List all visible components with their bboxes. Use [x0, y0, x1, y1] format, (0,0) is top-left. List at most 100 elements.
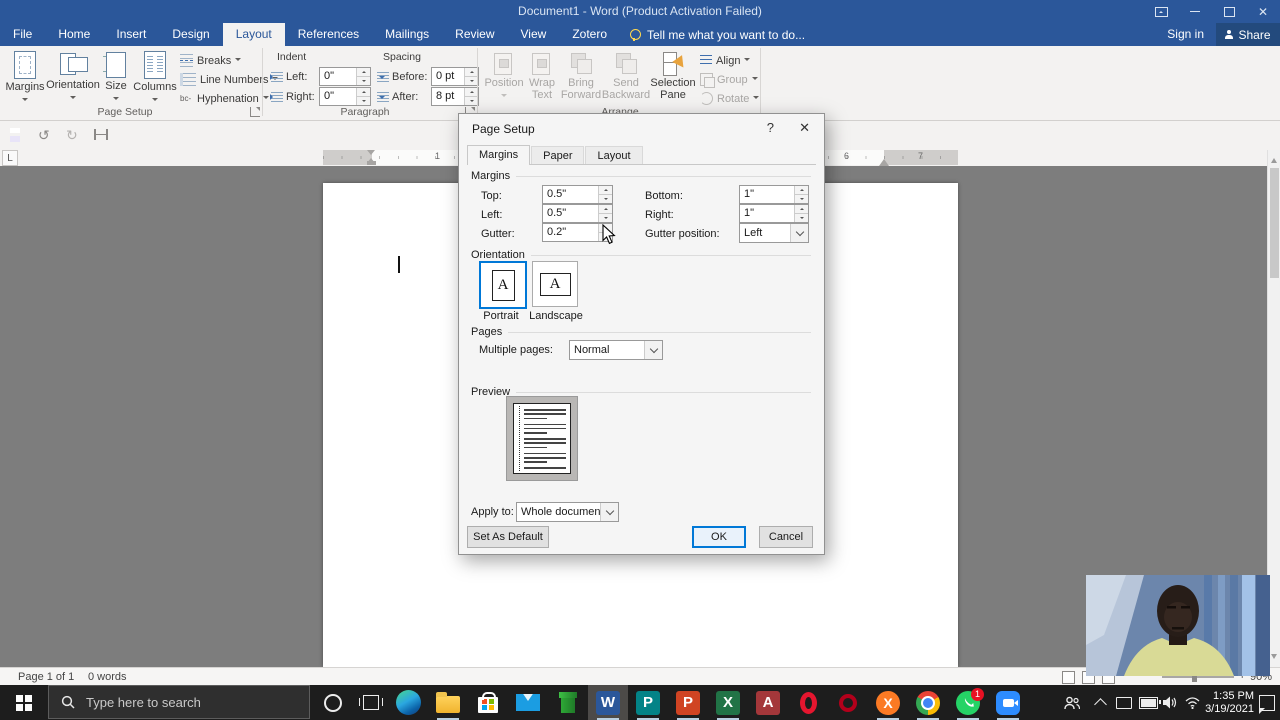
pipe-app-taskbar-button[interactable] — [548, 685, 588, 720]
whatsapp-taskbar-button[interactable]: 1 — [948, 685, 988, 720]
cortana-button[interactable] — [314, 685, 352, 720]
taskbar-search[interactable] — [48, 685, 310, 719]
landscape-option[interactable]: A — [532, 261, 578, 307]
send-backward-button[interactable]: Send Backward — [602, 49, 650, 111]
powerpoint-icon — [676, 690, 700, 715]
access-taskbar-button[interactable] — [748, 685, 788, 720]
file-explorer-taskbar-button[interactable] — [428, 685, 468, 720]
scrollbar-thumb[interactable] — [1270, 168, 1279, 278]
right-indent-marker[interactable] — [879, 154, 889, 166]
store-taskbar-button[interactable] — [468, 685, 508, 720]
scroll-down-icon[interactable] — [1271, 654, 1277, 662]
left-margin-field[interactable]: 0.5" — [542, 204, 613, 223]
chrome-taskbar-button[interactable] — [908, 685, 948, 720]
tab-zotero[interactable]: Zotero — [559, 23, 620, 46]
start-button[interactable] — [0, 685, 48, 720]
line-numbers-button[interactable]: Line Numbers — [180, 70, 278, 89]
breaks-button[interactable]: Breaks — [180, 51, 241, 70]
opera-taskbar-button[interactable] — [788, 685, 828, 720]
sign-in-link[interactable]: Sign in — [1167, 27, 1204, 41]
speaker-tray-icon[interactable] — [1158, 685, 1182, 720]
portrait-option[interactable]: A — [479, 261, 527, 309]
task-view-button[interactable] — [352, 685, 390, 720]
indent-right-field[interactable]: 0" — [319, 87, 371, 106]
taskbar-clock[interactable]: 1:35 PM 3/19/2021 — [1202, 690, 1254, 716]
page-indicator[interactable]: Page 1 of 1 — [18, 671, 74, 683]
left-indent-marker[interactable] — [367, 150, 376, 165]
bottom-margin-field[interactable]: 1" — [739, 185, 809, 204]
right-margin-field[interactable]: 1" — [739, 204, 809, 223]
position-button[interactable]: Position — [484, 49, 524, 111]
action-center-button[interactable] — [1254, 685, 1280, 720]
excel-taskbar-button[interactable] — [708, 685, 748, 720]
close-icon[interactable]: ✕ — [1246, 0, 1280, 23]
maximize-icon[interactable] — [1212, 0, 1246, 23]
edge-taskbar-button[interactable] — [388, 685, 428, 720]
dialog-tab-paper[interactable]: Paper — [531, 146, 585, 165]
tab-review[interactable]: Review — [442, 23, 507, 46]
ok-button[interactable]: OK — [692, 526, 746, 548]
tab-view[interactable]: View — [508, 23, 560, 46]
show-hidden-icons-button[interactable] — [1088, 685, 1112, 720]
tab-file[interactable]: File — [0, 23, 45, 46]
zoom-slider-track[interactable] — [1162, 676, 1234, 678]
redo-icon[interactable]: ↻ — [66, 127, 82, 143]
tab-mailings[interactable]: Mailings — [372, 23, 442, 46]
columns-button[interactable]: Columns — [132, 49, 178, 111]
bring-forward-button[interactable]: Bring Forward — [560, 49, 602, 111]
gutter-position-dropdown[interactable]: Left — [739, 223, 809, 243]
wrap-text-icon — [528, 51, 556, 75]
indent-left-field[interactable]: 0" — [319, 67, 371, 86]
dialog-help-icon[interactable]: ? — [767, 120, 774, 135]
undo-icon[interactable]: ↺ — [38, 127, 54, 143]
scroll-up-icon[interactable] — [1271, 155, 1277, 163]
spacing-before-field[interactable]: 0 pt — [431, 67, 479, 86]
ribbon-display-options-icon[interactable] — [1144, 0, 1178, 23]
selection-pane-button[interactable]: Selection Pane — [650, 49, 696, 111]
spacing-after-field[interactable]: 8 pt — [431, 87, 479, 106]
people-tray-icon[interactable] — [1058, 685, 1086, 720]
zoom-taskbar-button[interactable] — [988, 685, 1028, 720]
tab-design[interactable]: Design — [159, 23, 222, 46]
minimize-icon[interactable] — [1178, 0, 1212, 23]
cancel-button[interactable]: Cancel — [759, 526, 813, 548]
tab-layout[interactable]: Layout — [222, 23, 285, 46]
tab-home[interactable]: Home — [45, 23, 103, 46]
tell-me-box[interactable]: Tell me what you want to do... — [630, 23, 805, 46]
dialog-tab-layout[interactable]: Layout — [585, 146, 643, 165]
word-count[interactable]: 0 words — [88, 671, 127, 683]
align-button[interactable]: Align — [700, 51, 750, 70]
display-tray-icon[interactable] — [1112, 685, 1136, 720]
edge-icon — [395, 690, 421, 715]
group-button[interactable]: Group — [700, 70, 758, 89]
publisher-taskbar-button[interactable] — [628, 685, 668, 720]
search-input[interactable] — [84, 693, 278, 711]
share-button[interactable]: Share — [1216, 23, 1280, 46]
powerpoint-taskbar-button[interactable] — [668, 685, 708, 720]
xampp-icon — [876, 690, 900, 715]
spacing-after-icon — [377, 91, 389, 102]
set-as-default-button[interactable]: Set As Default — [467, 526, 549, 548]
wifi-tray-icon[interactable] — [1180, 685, 1204, 720]
word-taskbar-button[interactable] — [588, 685, 628, 720]
page-setup-dialog-launcher-icon[interactable] — [250, 107, 260, 117]
tab-insert[interactable]: Insert — [103, 23, 159, 46]
dialog-tab-margins[interactable]: Margins — [467, 145, 531, 165]
xampp-taskbar-button[interactable] — [868, 685, 908, 720]
tab-references[interactable]: References — [285, 23, 372, 46]
opera-gx-taskbar-button[interactable] — [828, 685, 868, 720]
portrait-label: Portrait — [483, 310, 519, 322]
orientation-button[interactable]: Orientation — [46, 49, 100, 111]
multiple-pages-dropdown[interactable]: Normal — [569, 340, 663, 360]
mail-taskbar-button[interactable] — [508, 685, 548, 720]
tab-stop-selector[interactable]: L — [2, 150, 18, 166]
battery-tray-icon[interactable] — [1136, 685, 1161, 720]
action-center-icon — [1259, 694, 1275, 714]
apply-to-dropdown[interactable]: Whole document — [516, 502, 619, 522]
margins-button[interactable]: Margins — [4, 49, 46, 111]
dialog-close-icon[interactable]: ✕ — [799, 120, 810, 136]
top-margin-field[interactable]: 0.5" — [542, 185, 613, 204]
size-button[interactable]: Size — [100, 49, 132, 111]
read-mode-icon[interactable] — [1062, 671, 1075, 684]
wrap-text-button[interactable]: Wrap Text — [524, 49, 560, 111]
